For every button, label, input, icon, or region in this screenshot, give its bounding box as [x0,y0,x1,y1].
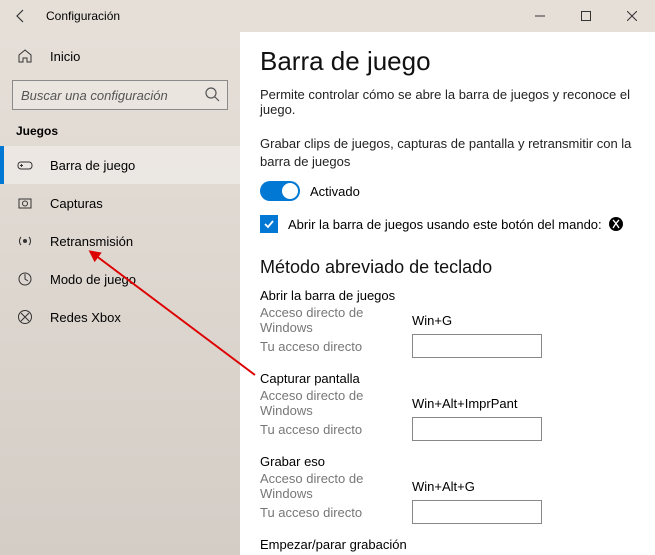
controller-button-checkbox[interactable] [260,215,278,233]
home-icon [16,48,34,64]
windows-shortcut-value: Win+Alt+G [412,479,475,494]
gamebar-icon [16,157,34,173]
windows-shortcut-label: Acceso directo de Windows [260,388,412,418]
home-label: Inicio [50,49,80,64]
checkbox-label: Abrir la barra de juegos usando este bot… [288,217,602,232]
captures-icon [16,195,34,211]
window-title: Configuración [46,9,120,23]
sidebar-item-label: Redes Xbox [50,310,121,325]
xbox-network-icon [16,309,34,325]
windows-shortcut-value: Win+Alt+ImprPant [412,396,518,411]
sidebar-item-label: Barra de juego [50,158,135,173]
page-title: Barra de juego [260,46,635,77]
windows-shortcut-label: Acceso directo de Windows [260,471,412,501]
section-header: Juegos [0,124,240,138]
your-shortcut-label: Tu acceso directo [260,339,412,354]
shortcut-block: Capturar pantalla Acceso directo de Windo… [260,371,635,442]
gamebar-toggle[interactable] [260,181,300,201]
shortcut-block: Grabar eso Acceso directo de WindowsWin+A… [260,454,635,525]
back-arrow-icon [13,8,29,24]
your-shortcut-input[interactable] [412,417,542,441]
maximize-icon [581,11,591,21]
sidebar-item-retransmision[interactable]: Retransmisión [0,222,240,260]
main-content: Barra de juego Permite controlar cómo se… [240,32,655,555]
close-button[interactable] [609,0,655,32]
windows-shortcut-value: Win+G [412,313,452,328]
your-shortcut-label: Tu acceso directo [260,505,412,520]
sidebar-item-label: Modo de juego [50,272,136,287]
shortcut-block: Abrir la barra de juegos Acceso directo d… [260,288,635,359]
sidebar-item-redes-xbox[interactable]: Redes Xbox [0,298,240,336]
back-button[interactable] [0,0,42,32]
toggle-knob [282,183,298,199]
search-input[interactable] [12,80,228,110]
broadcast-icon [16,233,34,249]
checkbox-row: Abrir la barra de juegos usando este bot… [260,215,635,233]
titlebar: Configuración [0,0,655,32]
shortcut-action: Abrir la barra de juegos [260,288,635,303]
shortcuts-title: Método abreviado de teclado [260,257,635,278]
sidebar: Inicio Juegos Barra de juego Capturas Re… [0,32,240,555]
home-button[interactable]: Inicio [0,38,240,74]
minimize-icon [535,11,545,21]
xbox-icon [608,216,624,232]
window-controls [517,0,655,32]
record-description: Grabar clips de juegos, capturas de pant… [260,135,635,171]
search-container [12,80,228,110]
sidebar-item-capturas[interactable]: Capturas [0,184,240,222]
shortcut-action: Grabar eso [260,454,635,469]
shortcut-action: Empezar/parar grabación [260,537,635,552]
sidebar-item-modo-de-juego[interactable]: Modo de juego [0,260,240,298]
maximize-button[interactable] [563,0,609,32]
search-icon [204,86,220,102]
gamemode-icon [16,271,34,287]
sidebar-item-barra-de-juego[interactable]: Barra de juego [0,146,240,184]
sidebar-item-label: Retransmisión [50,234,133,249]
shortcut-block: Empezar/parar grabaciónAcceso directo de… [260,537,635,555]
checkmark-icon [263,218,275,230]
close-icon [627,11,637,21]
your-shortcut-label: Tu acceso directo [260,422,412,437]
your-shortcut-input[interactable] [412,334,542,358]
page-description: Permite controlar cómo se abre la barra … [260,87,635,117]
your-shortcut-input[interactable] [412,500,542,524]
shortcut-action: Capturar pantalla [260,371,635,386]
sidebar-item-label: Capturas [50,196,103,211]
toggle-row: Activado [260,181,635,201]
minimize-button[interactable] [517,0,563,32]
windows-shortcut-label: Acceso directo de Windows [260,305,412,335]
toggle-label: Activado [310,184,360,199]
